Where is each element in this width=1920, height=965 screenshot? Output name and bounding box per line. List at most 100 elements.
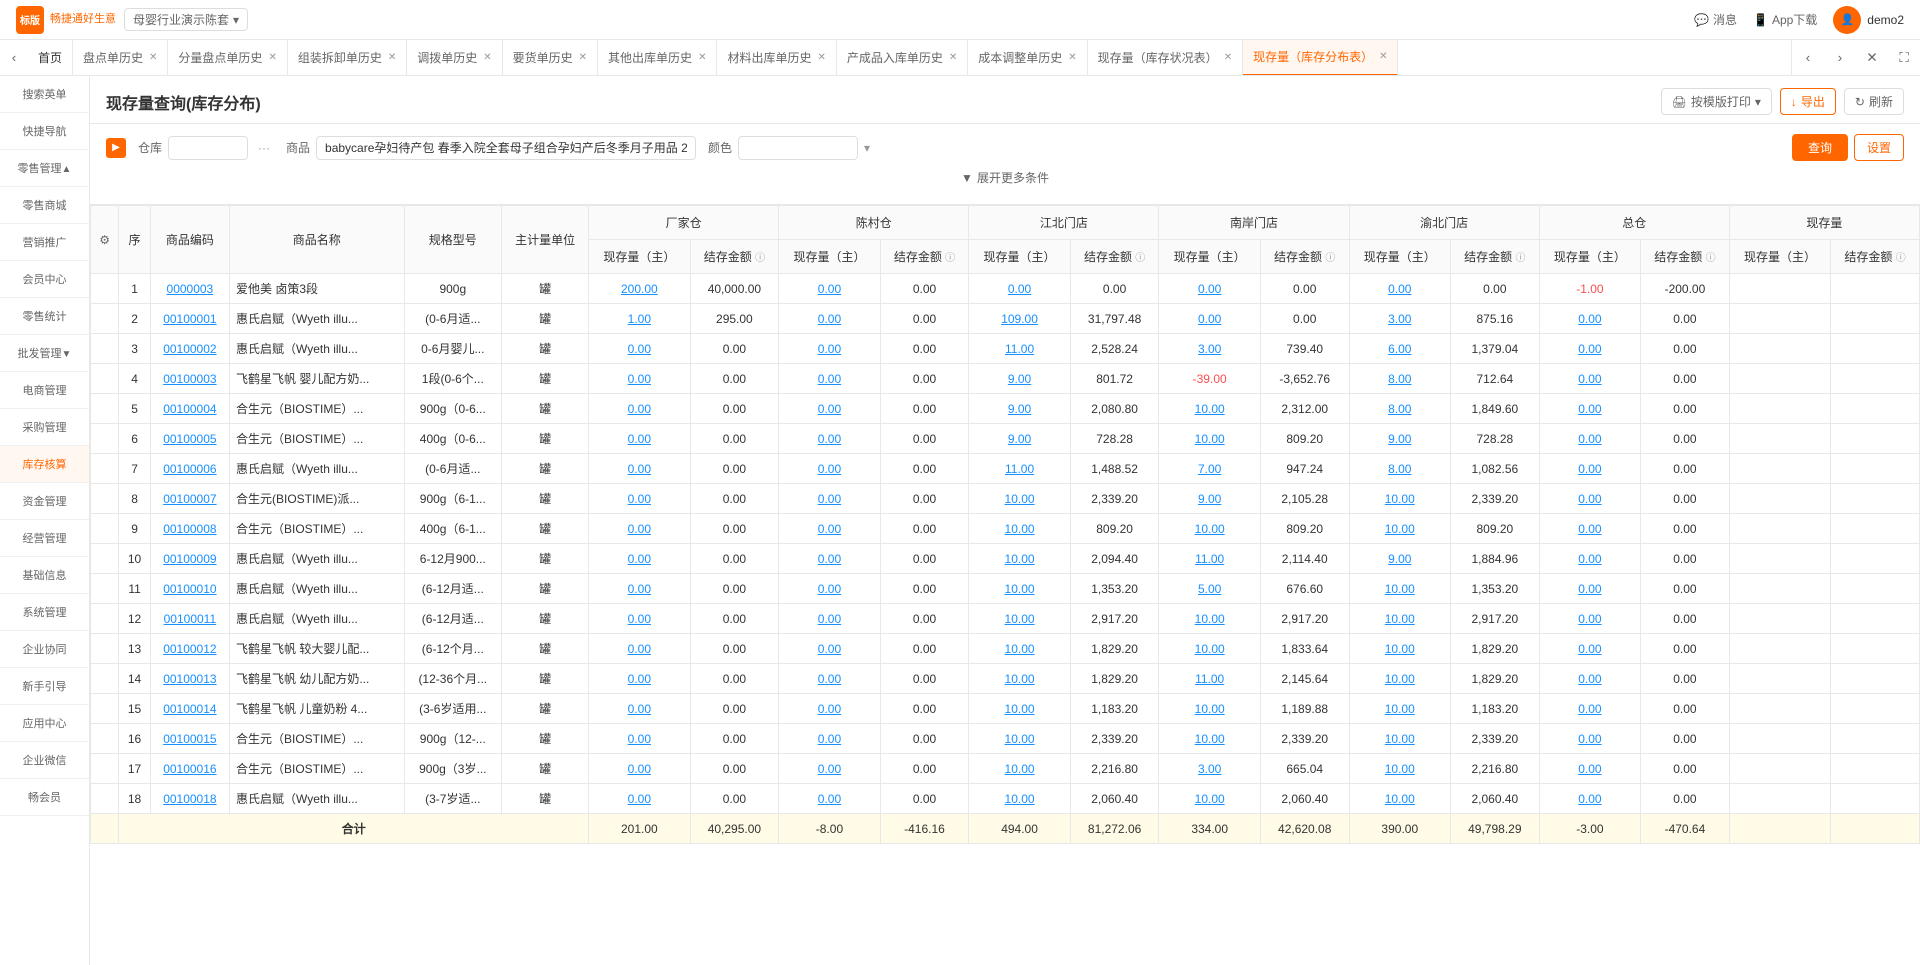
yb-stock-link[interactable]: 10.00 — [1385, 522, 1415, 536]
t-stock-link[interactable]: 0.00 — [1578, 732, 1601, 746]
t-stock-link[interactable]: 0.00 — [1578, 522, 1601, 536]
na-stock-link[interactable]: 10.00 — [1195, 522, 1225, 536]
cl-stock-link[interactable]: 0.00 — [818, 402, 841, 416]
f-stock-link[interactable]: 0.00 — [628, 582, 651, 596]
export-btn[interactable]: ↓ 导出 — [1780, 88, 1836, 115]
na-stock-link[interactable]: 0.00 — [1198, 312, 1221, 326]
info-icon[interactable]: ⓘ — [755, 253, 765, 264]
tab-order_delivery[interactable]: 要货单历史✕ — [503, 40, 598, 76]
sidebar-item-app_center[interactable]: 应用中心 — [0, 705, 89, 742]
sidebar-item-wecom[interactable]: 企业微信 — [0, 742, 89, 779]
jb-stock-link[interactable]: 10.00 — [1005, 522, 1035, 536]
na-stock-link[interactable]: 10.00 — [1195, 792, 1225, 806]
code-link[interactable]: 00100006 — [163, 462, 216, 476]
tab-prev-btn[interactable]: ‹ — [0, 40, 28, 76]
refresh-btn[interactable]: ↻ 刷新 — [1844, 88, 1904, 115]
sidebar-item-inventory[interactable]: 库存核算 — [0, 446, 89, 483]
jb-stock-link[interactable]: 11.00 — [1005, 342, 1034, 356]
tab-scroll-left-btn[interactable]: ‹ — [1792, 40, 1824, 76]
na-stock-link[interactable]: 11.00 — [1195, 672, 1224, 686]
cl-stock-link[interactable]: 0.00 — [818, 762, 841, 776]
t-stock-link[interactable]: 0.00 — [1578, 312, 1601, 326]
jb-stock-link[interactable]: 11.00 — [1005, 462, 1034, 476]
yb-stock-link[interactable]: 10.00 — [1385, 612, 1415, 626]
yb-stock-link[interactable]: 10.00 — [1385, 702, 1415, 716]
na-stock-link[interactable]: 5.00 — [1198, 582, 1221, 596]
sidebar-item-wholesale[interactable]: 批发管理▼ — [0, 335, 89, 372]
jb-stock-link[interactable]: 9.00 — [1008, 402, 1031, 416]
sidebar-item-shortcut[interactable]: 快捷导航 — [0, 113, 89, 150]
f-stock-link[interactable]: 0.00 — [628, 732, 651, 746]
na-stock-link[interactable]: -39.00 — [1193, 372, 1227, 386]
f-stock-link[interactable]: 0.00 — [628, 522, 651, 536]
f-stock-link[interactable]: 1.00 — [628, 312, 651, 326]
tab-close-btn[interactable]: ✕ — [579, 52, 587, 63]
print-btn[interactable]: 🖨 按模版打印 ▾ — [1661, 88, 1772, 115]
t-stock-link[interactable]: 0.00 — [1578, 792, 1601, 806]
jb-stock-link[interactable]: 0.00 — [1008, 282, 1031, 296]
info-icon[interactable]: ⓘ — [1516, 253, 1526, 264]
setting-btn[interactable]: 设置 — [1854, 134, 1904, 161]
yb-stock-link[interactable]: 8.00 — [1388, 402, 1411, 416]
jb-stock-link[interactable]: 109.00 — [1001, 312, 1038, 326]
na-stock-link[interactable]: 7.00 — [1198, 462, 1221, 476]
yb-stock-link[interactable]: 10.00 — [1385, 672, 1415, 686]
app-download-action[interactable]: 📱 App下载 — [1753, 11, 1817, 28]
cl-stock-link[interactable]: 0.00 — [818, 672, 841, 686]
tab-material_out[interactable]: 材料出库单历史✕ — [717, 40, 836, 76]
yb-stock-link[interactable]: 10.00 — [1385, 582, 1415, 596]
f-stock-link[interactable]: 0.00 — [628, 612, 651, 626]
t-stock-link[interactable]: 0.00 — [1578, 642, 1601, 656]
code-link[interactable]: 00100001 — [163, 312, 216, 326]
sidebar-item-enterprise[interactable]: 企业协同 — [0, 631, 89, 668]
tab-close-btn[interactable]: ✕ — [698, 52, 706, 63]
cl-stock-link[interactable]: 0.00 — [818, 732, 841, 746]
yb-stock-link[interactable]: 10.00 — [1385, 732, 1415, 746]
code-link[interactable]: 00100004 — [163, 402, 216, 416]
tab-combo_dismantle[interactable]: 组装拆卸单历史✕ — [288, 40, 407, 76]
t-stock-link[interactable]: -1.00 — [1576, 282, 1603, 296]
f-stock-link[interactable]: 0.00 — [628, 792, 651, 806]
tab-home[interactable]: 首页 — [28, 40, 73, 76]
t-stock-link[interactable]: 0.00 — [1578, 552, 1601, 566]
sidebar-item-finance[interactable]: 资金管理 — [0, 483, 89, 520]
t-stock-link[interactable]: 0.00 — [1578, 612, 1601, 626]
tab-close-btn[interactable]: ✕ — [1224, 52, 1232, 63]
cl-stock-link[interactable]: 0.00 — [818, 522, 841, 536]
filter-toggle-btn[interactable]: ▶ — [106, 138, 126, 158]
tab-transfer[interactable]: 调拨单历史✕ — [407, 40, 502, 76]
t-stock-link[interactable]: 0.00 — [1578, 402, 1601, 416]
code-link[interactable]: 00100008 — [163, 522, 216, 536]
f-stock-link[interactable]: 0.00 — [628, 462, 651, 476]
info-icon[interactable]: ⓘ — [1896, 253, 1906, 264]
info-icon[interactable]: ⓘ — [1325, 253, 1335, 264]
yb-stock-link[interactable]: 9.00 — [1388, 432, 1411, 446]
code-link[interactable]: 00100003 — [163, 372, 216, 386]
tab-close-btn[interactable]: ✕ — [149, 52, 157, 63]
na-stock-link[interactable]: 11.00 — [1195, 552, 1224, 566]
cl-stock-link[interactable]: 0.00 — [818, 372, 841, 386]
tab-other_out[interactable]: 其他出库单历史✕ — [598, 40, 717, 76]
sidebar-item-system[interactable]: 系统管理 — [0, 594, 89, 631]
jb-stock-link[interactable]: 10.00 — [1005, 582, 1035, 596]
cl-stock-link[interactable]: 0.00 — [818, 552, 841, 566]
tab-close-all-btn[interactable]: ✕ — [1856, 40, 1888, 76]
sidebar-item-marketing[interactable]: 营销推广 — [0, 224, 89, 261]
code-link[interactable]: 0000003 — [167, 282, 214, 296]
na-stock-link[interactable]: 10.00 — [1195, 702, 1225, 716]
tab-close-btn[interactable]: ✕ — [817, 52, 825, 63]
tab-inventory_count[interactable]: 盘点单历史✕ — [73, 40, 168, 76]
jb-stock-link[interactable]: 9.00 — [1008, 372, 1031, 386]
yb-stock-link[interactable]: 0.00 — [1388, 282, 1411, 296]
yb-stock-link[interactable]: 6.00 — [1388, 342, 1411, 356]
th-gear[interactable]: ⚙ — [91, 206, 119, 274]
sidebar-item-purchase[interactable]: 采购管理 — [0, 409, 89, 446]
na-stock-link[interactable]: 0.00 — [1198, 282, 1221, 296]
yb-stock-link[interactable]: 10.00 — [1385, 762, 1415, 776]
tab-close-btn[interactable]: ✕ — [1068, 52, 1076, 63]
f-stock-link[interactable]: 0.00 — [628, 672, 651, 686]
code-link[interactable]: 00100009 — [163, 552, 216, 566]
t-stock-link[interactable]: 0.00 — [1578, 762, 1601, 776]
color-input[interactable] — [738, 136, 858, 160]
warehouse-picker-btn[interactable]: ··· — [254, 137, 274, 159]
